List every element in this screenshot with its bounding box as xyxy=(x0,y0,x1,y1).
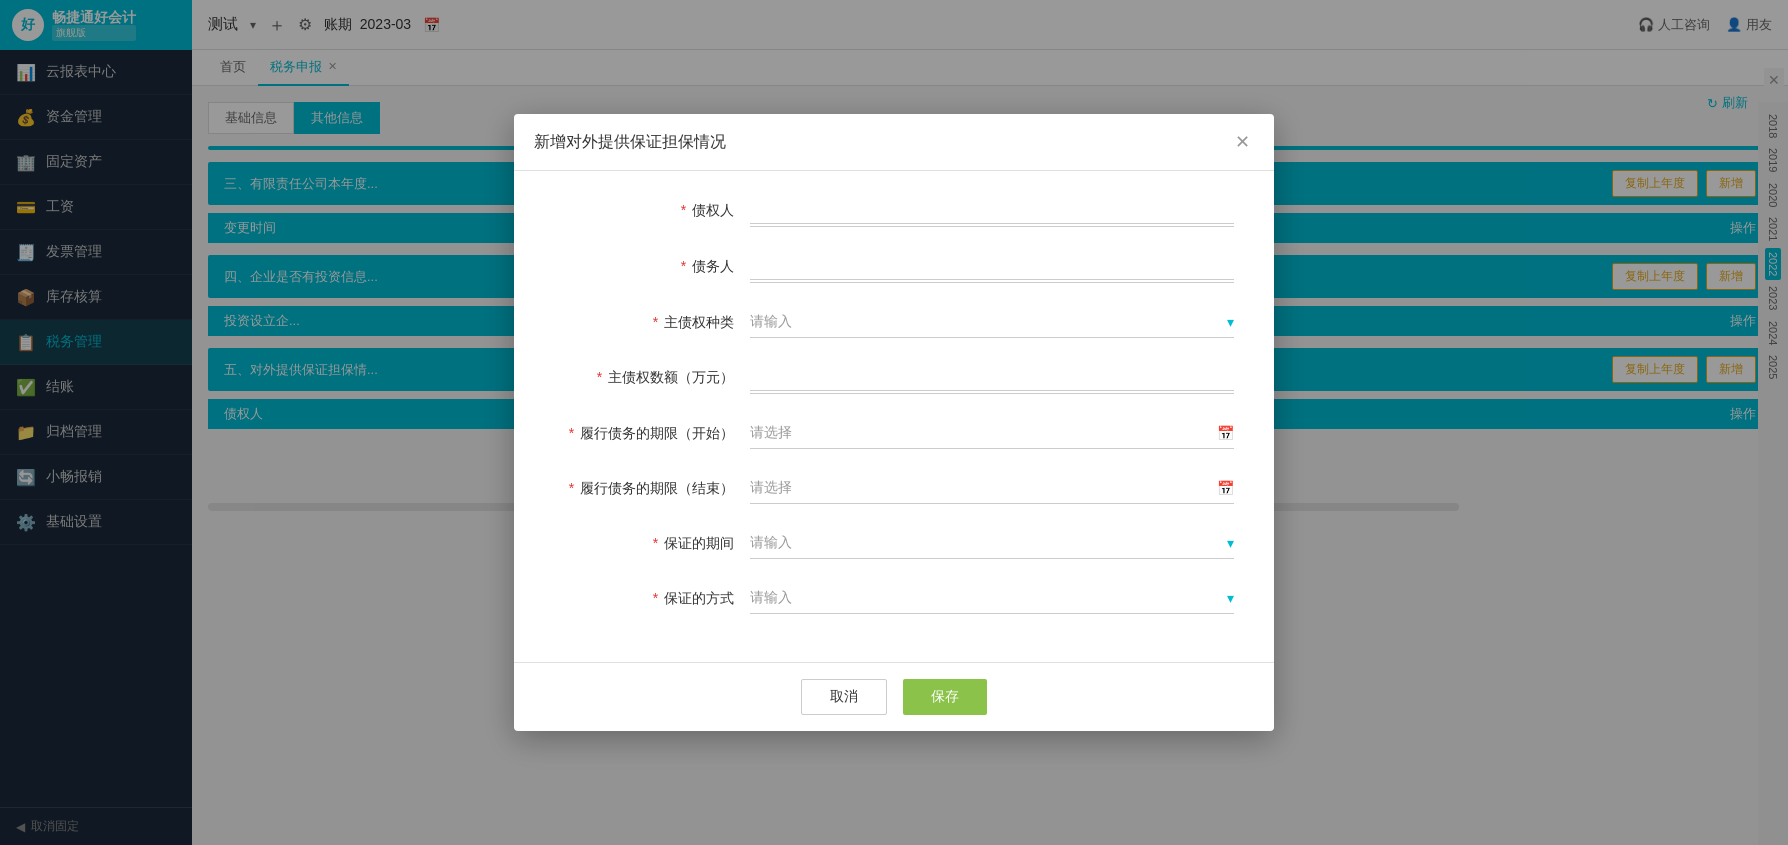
form-row-period-end: * 履行债务的期限（结束） 请选择 📅 xyxy=(554,473,1234,504)
guarantee-method-select[interactable]: 请输入 ▾ xyxy=(750,583,1234,614)
debt-type-label: * 主债权种类 xyxy=(554,314,734,332)
guarantee-method-label: * 保证的方式 xyxy=(554,590,734,608)
debt-type-chevron-icon: ▾ xyxy=(1227,314,1234,330)
cancel-button[interactable]: 取消 xyxy=(801,679,887,715)
period-end-date[interactable]: 请选择 📅 xyxy=(750,473,1234,504)
guarantee-period-placeholder: 请输入 xyxy=(750,534,792,552)
debt-amount-input[interactable] xyxy=(750,362,1234,391)
creditor-input[interactable] xyxy=(750,195,1234,224)
modal-header: 新增对外提供保证担保情况 ✕ xyxy=(514,114,1274,171)
debt-type-placeholder: 请输入 xyxy=(750,313,792,331)
modal-body: * 债权人 * 债务人 xyxy=(514,171,1274,662)
form-row-guarantee-method: * 保证的方式 请输入 ▾ xyxy=(554,583,1234,614)
guarantee-period-select[interactable]: 请输入 ▾ xyxy=(750,528,1234,559)
form-row-debt-type: * 主债权种类 请输入 ▾ xyxy=(554,307,1234,338)
required-star: * xyxy=(653,314,658,330)
creditor-label: * 债权人 xyxy=(554,202,734,220)
debtor-field-wrapper xyxy=(750,251,1234,283)
debt-amount-label: * 主债权数额（万元） xyxy=(554,369,734,387)
required-star: * xyxy=(681,258,686,274)
required-star: * xyxy=(569,480,574,496)
modal-dialog: 新增对外提供保证担保情况 ✕ * 债权人 * 债务人 xyxy=(514,114,1274,731)
period-start-calendar-icon: 📅 xyxy=(1217,425,1234,441)
period-end-calendar-icon: 📅 xyxy=(1217,480,1234,496)
period-start-placeholder: 请选择 xyxy=(750,424,792,442)
modal-overlay: 新增对外提供保证担保情况 ✕ * 债权人 * 债务人 xyxy=(0,0,1788,845)
modal-close-button[interactable]: ✕ xyxy=(1230,130,1254,154)
required-star: * xyxy=(569,425,574,441)
modal-title: 新增对外提供保证担保情况 xyxy=(534,132,726,153)
form-row-guarantee-period: * 保证的期间 请输入 ▾ xyxy=(554,528,1234,559)
creditor-field-wrapper xyxy=(750,195,1234,227)
required-star: * xyxy=(653,535,658,551)
debt-amount-field-wrapper xyxy=(750,362,1234,394)
modal-footer: 取消 保存 xyxy=(514,662,1274,731)
period-end-label: * 履行债务的期限（结束） xyxy=(554,480,734,498)
form-row-creditor: * 债权人 xyxy=(554,195,1234,227)
form-row-debt-amount: * 主债权数额（万元） xyxy=(554,362,1234,394)
guarantee-method-placeholder: 请输入 xyxy=(750,589,792,607)
guarantee-period-label: * 保证的期间 xyxy=(554,535,734,553)
required-star: * xyxy=(597,369,602,385)
guarantee-method-chevron-icon: ▾ xyxy=(1227,590,1234,606)
save-button[interactable]: 保存 xyxy=(903,679,987,715)
period-start-date[interactable]: 请选择 📅 xyxy=(750,418,1234,449)
debt-type-select[interactable]: 请输入 ▾ xyxy=(750,307,1234,338)
debtor-label: * 债务人 xyxy=(554,258,734,276)
period-start-label: * 履行债务的期限（开始） xyxy=(554,425,734,443)
debtor-input[interactable] xyxy=(750,251,1234,280)
form-row-period-start: * 履行债务的期限（开始） 请选择 📅 xyxy=(554,418,1234,449)
guarantee-period-chevron-icon: ▾ xyxy=(1227,535,1234,551)
form-row-debtor: * 债务人 xyxy=(554,251,1234,283)
required-star: * xyxy=(653,590,658,606)
period-end-placeholder: 请选择 xyxy=(750,479,792,497)
required-star: * xyxy=(681,202,686,218)
